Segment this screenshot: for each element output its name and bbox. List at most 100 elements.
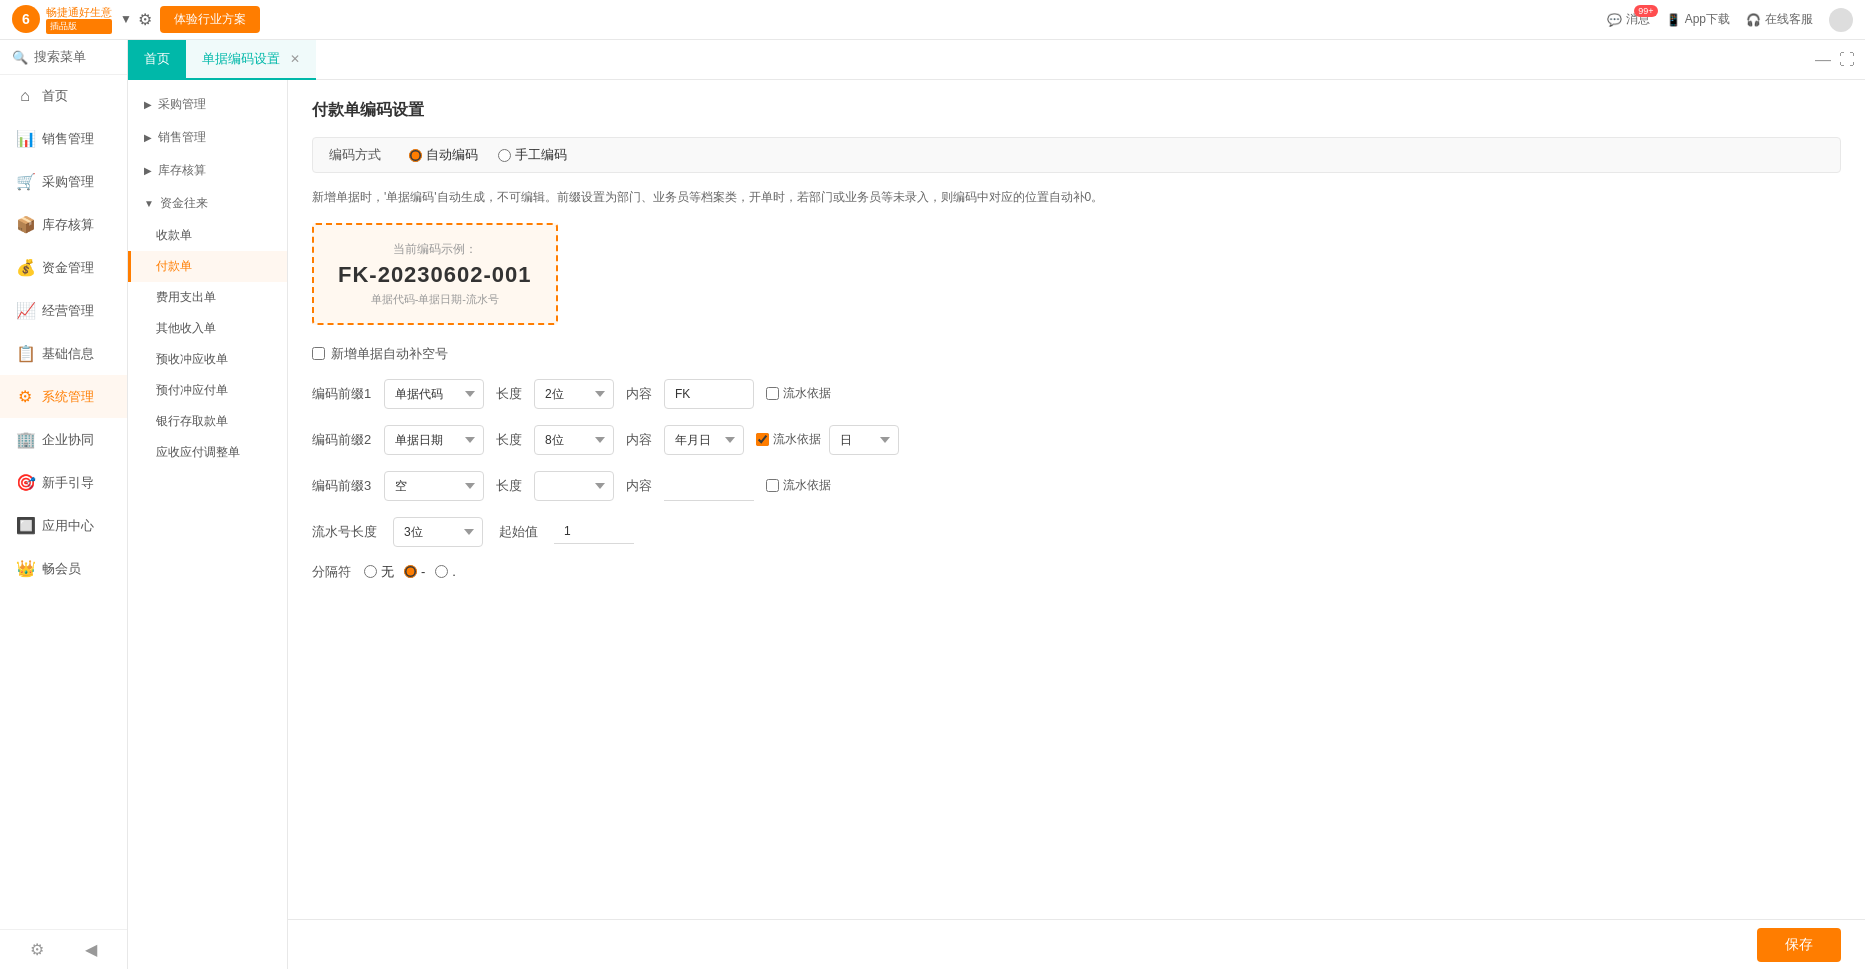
- app-download-button[interactable]: 📱 App下载: [1666, 11, 1730, 28]
- capital-arrow-icon: ▼: [144, 198, 154, 209]
- sidebar-item-purchase[interactable]: 🛒 采购管理: [0, 160, 127, 203]
- prefix3-label: 编码前缀3: [312, 477, 372, 495]
- operations-icon: 📈: [16, 301, 34, 320]
- sidebar-item-label: 经营管理: [42, 302, 94, 320]
- sidebar-item-finance[interactable]: 💰 资金管理: [0, 246, 127, 289]
- serial-length-select[interactable]: 3位 4位 5位 6位: [393, 517, 483, 547]
- sidebar-item-label: 新手引导: [42, 474, 94, 492]
- sidebar-item-label: 企业协同: [42, 431, 94, 449]
- sep-dash-option[interactable]: -: [404, 564, 425, 579]
- sep-dash-radio[interactable]: [404, 565, 417, 578]
- sidebar-item-label: 采购管理: [42, 173, 94, 191]
- sub-header-sales[interactable]: ▶ 销售管理: [128, 121, 287, 154]
- prefix3-length-select[interactable]: [534, 471, 614, 501]
- search-menu[interactable]: 🔍 搜索菜单: [0, 40, 127, 75]
- sep-none-label: 无: [381, 563, 394, 581]
- prefix-row-1: 编码前缀1 单据代码 单据日期 部门 业务员 空 长度 2位 4位 6位: [312, 379, 1841, 409]
- user-avatar[interactable]: [1829, 8, 1853, 32]
- sep-dot-radio[interactable]: [435, 565, 448, 578]
- auto-code-radio-input[interactable]: [409, 149, 422, 162]
- prefix1-flow-check[interactable]: [766, 387, 779, 400]
- search-icon: 🔍: [12, 50, 28, 65]
- manual-code-radio-input[interactable]: [498, 149, 511, 162]
- sub-item-adjustment[interactable]: 应收应付调整单: [128, 437, 287, 468]
- prefix3-flow-label: 流水依据: [783, 477, 831, 494]
- tab-document-code[interactable]: 单据编码设置 ✕: [186, 40, 316, 80]
- sidebar-item-basic[interactable]: 📋 基础信息: [0, 332, 127, 375]
- header-left: 6 畅捷通好生意 插品版 ▼ ⚙ 体验行业方案: [12, 5, 260, 34]
- page-title: 付款单编码设置: [312, 100, 1841, 121]
- prefix3-content-input[interactable]: [664, 471, 754, 501]
- sep-dot-option[interactable]: .: [435, 564, 456, 579]
- prefix3-flow-check[interactable]: [766, 479, 779, 492]
- sales-arrow-icon: ▶: [144, 132, 152, 143]
- sidebar-item-label: 首页: [42, 87, 68, 105]
- basic-icon: 📋: [16, 344, 34, 363]
- footer-collapse-icon[interactable]: ◀: [85, 940, 97, 959]
- sidebar-item-guide[interactable]: 🎯 新手引导: [0, 461, 127, 504]
- sub-item-other-income[interactable]: 其他收入单: [128, 313, 287, 344]
- auto-fill-checkbox[interactable]: [312, 347, 325, 360]
- prefix3-select[interactable]: 单据代码 单据日期 部门 业务员 空: [384, 471, 484, 501]
- sep-none-radio[interactable]: [364, 565, 377, 578]
- prefix2-flow-check[interactable]: [756, 433, 769, 446]
- sidebar-item-inventory[interactable]: 📦 库存核算: [0, 203, 127, 246]
- sub-section-purchase: ▶ 采购管理: [128, 88, 287, 121]
- tab-close-icon[interactable]: ✕: [290, 52, 300, 66]
- tab-minimize-icon[interactable]: —: [1815, 51, 1831, 69]
- sidebar-item-member[interactable]: 👑 畅会员: [0, 547, 127, 590]
- prefix1-select[interactable]: 单据代码 单据日期 部门 业务员 空: [384, 379, 484, 409]
- sidebar-item-label: 应用中心: [42, 517, 94, 535]
- sub-item-payment[interactable]: 付款单: [128, 251, 287, 282]
- prefix2-length-select[interactable]: 8位 6位 4位 2位: [534, 425, 614, 455]
- header-nav: ▼ ⚙: [120, 10, 152, 29]
- sub-header-inventory[interactable]: ▶ 库存核算: [128, 154, 287, 187]
- sub-item-bank[interactable]: 银行存取款单: [128, 406, 287, 437]
- auto-fill-label[interactable]: 新增单据自动补空号: [331, 345, 448, 363]
- prefix1-length-select[interactable]: 2位 4位 6位 8位: [534, 379, 614, 409]
- prefix2-flow-select[interactable]: 日 月 年: [829, 425, 899, 455]
- messages-button[interactable]: 💬 消息 99+: [1607, 11, 1650, 28]
- sidebar-item-label: 系统管理: [42, 388, 94, 406]
- footer-bar: 保存: [288, 919, 1865, 969]
- sub-item-receipt[interactable]: 收款单: [128, 220, 287, 251]
- sidebar-item-label: 资金管理: [42, 259, 94, 277]
- sales-icon: 📊: [16, 129, 34, 148]
- sub-item-advance-pay[interactable]: 预付冲应付单: [128, 375, 287, 406]
- prefix2-select[interactable]: 单据代码 单据日期 部门 业务员 空: [384, 425, 484, 455]
- auto-code-radio[interactable]: 自动编码: [409, 146, 478, 164]
- nav-dropdown[interactable]: ▼: [120, 12, 132, 26]
- manual-code-radio[interactable]: 手工编码: [498, 146, 567, 164]
- settings-gear-icon[interactable]: ⚙: [138, 10, 152, 29]
- prefix2-label: 编码前缀2: [312, 431, 372, 449]
- prefix2-length-label: 长度: [496, 431, 522, 449]
- auto-fill-checkbox-row: 新增单据自动补空号: [312, 345, 1841, 363]
- sub-item-expense[interactable]: 费用支出单: [128, 282, 287, 313]
- sidebar-item-home[interactable]: ⌂ 首页: [0, 75, 127, 117]
- sub-header-capital[interactable]: ▼ 资金往来: [128, 187, 287, 220]
- sub-header-purchase[interactable]: ▶ 采购管理: [128, 88, 287, 121]
- tab-maximize-icon[interactable]: ⛶: [1839, 51, 1855, 69]
- sidebar-item-sales[interactable]: 📊 销售管理: [0, 117, 127, 160]
- prefix1-content-input[interactable]: [664, 379, 754, 409]
- sidebar-item-system[interactable]: ⚙ 系统管理: [0, 375, 127, 418]
- sep-none-option[interactable]: 无: [364, 563, 394, 581]
- start-value-input[interactable]: [554, 519, 634, 544]
- sidebar-item-enterprise[interactable]: 🏢 企业协同: [0, 418, 127, 461]
- online-service-button[interactable]: 🎧 在线客服: [1746, 11, 1813, 28]
- prefix2-content-select[interactable]: 年月日 年月 年 月日: [664, 425, 744, 455]
- prefix2-content-label: 内容: [626, 431, 652, 449]
- tab-home[interactable]: 首页: [128, 40, 186, 80]
- sidebar: 🔍 搜索菜单 ⌂ 首页 📊 销售管理 🛒 采购管理 📦 库存核算 💰 资金管理 …: [0, 40, 128, 969]
- serial-length-label: 流水号长度: [312, 523, 377, 541]
- service-icon: 🎧: [1746, 13, 1761, 27]
- trial-button[interactable]: 体验行业方案: [160, 6, 260, 33]
- sidebar-item-apps[interactable]: 🔲 应用中心: [0, 504, 127, 547]
- manual-code-label: 手工编码: [515, 146, 567, 164]
- sub-item-advance-receive[interactable]: 预收冲应收单: [128, 344, 287, 375]
- prefix3-length-label: 长度: [496, 477, 522, 495]
- sidebar-item-operations[interactable]: 📈 经营管理: [0, 289, 127, 332]
- footer-settings-icon[interactable]: ⚙: [30, 940, 44, 959]
- save-button[interactable]: 保存: [1757, 928, 1841, 962]
- sidebar-item-label: 畅会员: [42, 560, 81, 578]
